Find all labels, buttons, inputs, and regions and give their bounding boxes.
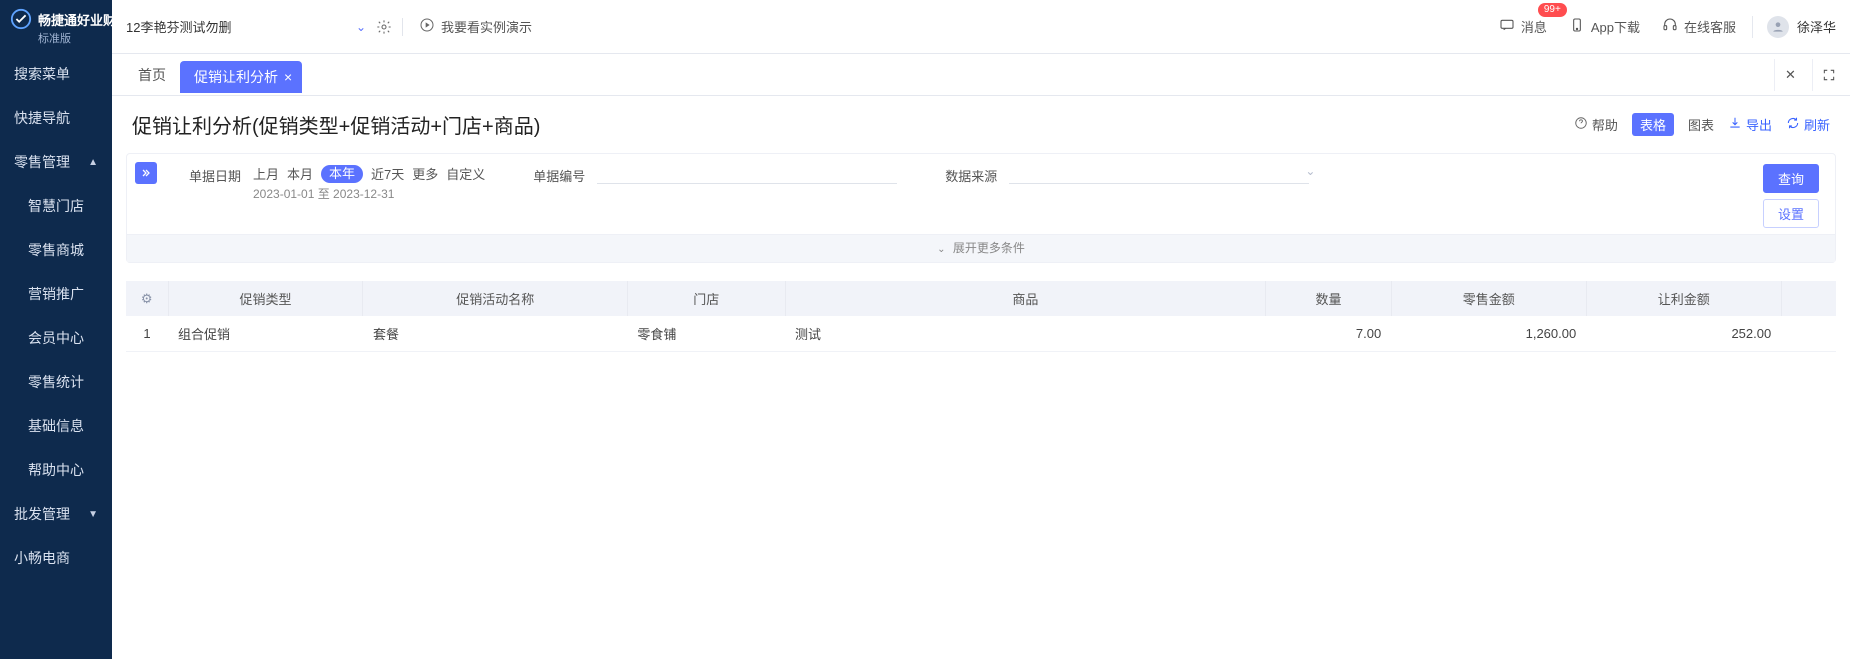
source-select[interactable] bbox=[1009, 164, 1309, 184]
support-link[interactable]: 在线客服 bbox=[1656, 13, 1742, 40]
date-opt-last-month[interactable]: 上月 bbox=[253, 164, 279, 183]
export-link[interactable]: 导出 bbox=[1728, 115, 1772, 134]
table-row[interactable]: 1 组合促销 套餐 零食铺 测试 7.00 1,260.00 252.00 bbox=[126, 316, 1836, 352]
caret-down-icon: ▼ bbox=[88, 509, 98, 520]
col-activity[interactable]: 促销活动名称 bbox=[363, 281, 627, 316]
row-index: 1 bbox=[126, 316, 168, 352]
page-title: 促销让利分析(促销类型+促销活动+门店+商品) bbox=[132, 110, 540, 139]
cell-discount: 252.00 bbox=[1586, 316, 1781, 352]
expand-more-filters[interactable]: ⌄ 展开更多条件 bbox=[127, 234, 1835, 262]
filter-source: 数据来源 ⌄ bbox=[937, 164, 1315, 185]
col-discount[interactable]: 让利金额 bbox=[1586, 281, 1781, 316]
tab-promo-analysis[interactable]: 促销让利分析 × bbox=[180, 61, 302, 93]
sidebar-item-search-menu[interactable]: 搜索菜单 bbox=[0, 52, 112, 96]
cell-qty: 7.00 bbox=[1266, 316, 1392, 352]
sidebar-item-member-center[interactable]: 会员中心 bbox=[0, 316, 112, 360]
messages-link[interactable]: 消息 99+ bbox=[1493, 13, 1553, 40]
brand: 畅捷通好业财 bbox=[0, 0, 112, 32]
export-icon bbox=[1728, 116, 1742, 133]
tab-strip: 首页 促销让利分析 × ✕ bbox=[112, 54, 1850, 96]
sidebar-item-retail-stats[interactable]: 零售统计 bbox=[0, 360, 112, 404]
refresh-link[interactable]: 刷新 bbox=[1786, 115, 1830, 134]
sidebar-item-retail-mall[interactable]: 零售商城 bbox=[0, 228, 112, 272]
user-name: 徐泽华 bbox=[1797, 17, 1836, 36]
org-selector[interactable]: 12李艳芬测试勿删 ⌄ bbox=[126, 17, 366, 36]
settings-gear-icon[interactable] bbox=[376, 19, 392, 35]
divider bbox=[402, 18, 403, 36]
brand-edition: 标准版 bbox=[0, 30, 112, 52]
page-header: 促销让利分析(促销类型+促销活动+门店+商品) 帮助 表格 图表 导出 刷新 bbox=[112, 96, 1850, 149]
settings-button[interactable]: 设置 bbox=[1763, 199, 1819, 228]
sidebar-item-xiaochang-ecom[interactable]: 小畅电商 bbox=[0, 536, 112, 580]
query-button[interactable]: 查询 bbox=[1763, 164, 1819, 193]
filter-date: 单据日期 上月 本月 本年 近7天 更多 自定义 2023-01-01 至 20… bbox=[181, 164, 485, 202]
sidebar-item-wholesale-mgmt[interactable]: 批发管理▼ bbox=[0, 492, 112, 536]
close-icon[interactable]: × bbox=[284, 69, 292, 85]
sidebar-item-smart-store[interactable]: 智慧门店 bbox=[0, 184, 112, 228]
cell-store: 零食铺 bbox=[627, 316, 785, 352]
sidebar-item-basic-info[interactable]: 基础信息 bbox=[0, 404, 112, 448]
col-sales[interactable]: 零售金额 bbox=[1391, 281, 1586, 316]
view-table-button[interactable]: 表格 bbox=[1632, 113, 1674, 136]
app-download-link[interactable]: App下载 bbox=[1563, 13, 1646, 40]
help-icon bbox=[1574, 116, 1588, 133]
col-qty[interactable]: 数量 bbox=[1266, 281, 1392, 316]
tab-home[interactable]: 首页 bbox=[124, 54, 180, 95]
message-icon bbox=[1499, 17, 1515, 36]
filter-docno-label: 单据编号 bbox=[525, 164, 585, 185]
brand-logo-icon bbox=[10, 8, 32, 30]
date-opt-custom[interactable]: 自定义 bbox=[446, 164, 485, 183]
col-store[interactable]: 门店 bbox=[627, 281, 785, 316]
collapse-filter-icon[interactable] bbox=[135, 162, 157, 184]
date-opt-7d[interactable]: 近7天 bbox=[371, 164, 404, 183]
date-range-text: 2023-01-01 至 2023-12-31 bbox=[253, 185, 485, 202]
col-product[interactable]: 商品 bbox=[785, 281, 1266, 316]
filter-source-label: 数据来源 bbox=[937, 164, 997, 185]
cell-sales: 1,260.00 bbox=[1391, 316, 1586, 352]
help-link[interactable]: 帮助 bbox=[1574, 115, 1618, 134]
sidebar-item-quick-nav[interactable]: 快捷导航 bbox=[0, 96, 112, 140]
filter-bar: 单据日期 上月 本月 本年 近7天 更多 自定义 2023-01-01 至 20… bbox=[126, 153, 1836, 263]
filter-date-label: 单据日期 bbox=[181, 164, 241, 185]
sidebar-item-marketing[interactable]: 营销推广 bbox=[0, 272, 112, 316]
sidebar: 畅捷通好业财 标准版 搜索菜单 快捷导航 零售管理▲ 智慧门店 零售商城 营销推… bbox=[0, 0, 112, 659]
phone-icon bbox=[1569, 17, 1585, 36]
date-opt-more[interactable]: 更多 bbox=[412, 164, 438, 183]
view-chart-button[interactable]: 图表 bbox=[1688, 115, 1714, 134]
org-name: 12李艳芬测试勿删 bbox=[126, 17, 231, 36]
gear-icon: ⚙ bbox=[141, 291, 153, 306]
topbar: 12李艳芬测试勿删 ⌄ 我要看实例演示 消息 99+ App下载 bbox=[112, 0, 1850, 54]
refresh-icon bbox=[1786, 116, 1800, 133]
fullscreen-icon[interactable] bbox=[1812, 59, 1844, 91]
docno-input[interactable] bbox=[597, 164, 897, 184]
column-settings[interactable]: ⚙ bbox=[126, 281, 168, 316]
headset-icon bbox=[1662, 17, 1678, 36]
messages-badge: 99+ bbox=[1538, 3, 1567, 17]
sidebar-item-help-center[interactable]: 帮助中心 bbox=[0, 448, 112, 492]
demo-link[interactable]: 我要看实例演示 bbox=[413, 13, 538, 40]
chevron-double-down-icon: ⌄ bbox=[937, 244, 945, 255]
play-icon bbox=[419, 17, 435, 36]
date-quick-options: 上月 本月 本年 近7天 更多 自定义 bbox=[253, 164, 485, 183]
result-table: ⚙ 促销类型 促销活动名称 门店 商品 数量 零售金额 让利金额 1 组合促销 bbox=[126, 281, 1836, 352]
user-menu[interactable]: 徐泽华 bbox=[1752, 16, 1836, 38]
date-opt-this-year[interactable]: 本年 bbox=[321, 165, 363, 183]
cell-promo-type: 组合促销 bbox=[168, 316, 363, 352]
chevron-down-icon: ⌄ bbox=[356, 20, 366, 34]
date-opt-this-month[interactable]: 本月 bbox=[287, 164, 313, 183]
sidebar-item-retail-mgmt[interactable]: 零售管理▲ bbox=[0, 140, 112, 184]
cell-activity: 套餐 bbox=[363, 316, 627, 352]
avatar-icon bbox=[1767, 16, 1789, 38]
col-promo-type[interactable]: 促销类型 bbox=[168, 281, 363, 316]
brand-name: 畅捷通好业财 bbox=[38, 10, 116, 29]
tab-close-all-icon[interactable]: ✕ bbox=[1774, 59, 1806, 91]
caret-up-icon: ▲ bbox=[88, 157, 98, 168]
filter-docno: 单据编号 bbox=[525, 164, 897, 185]
cell-product: 测试 bbox=[785, 316, 1266, 352]
